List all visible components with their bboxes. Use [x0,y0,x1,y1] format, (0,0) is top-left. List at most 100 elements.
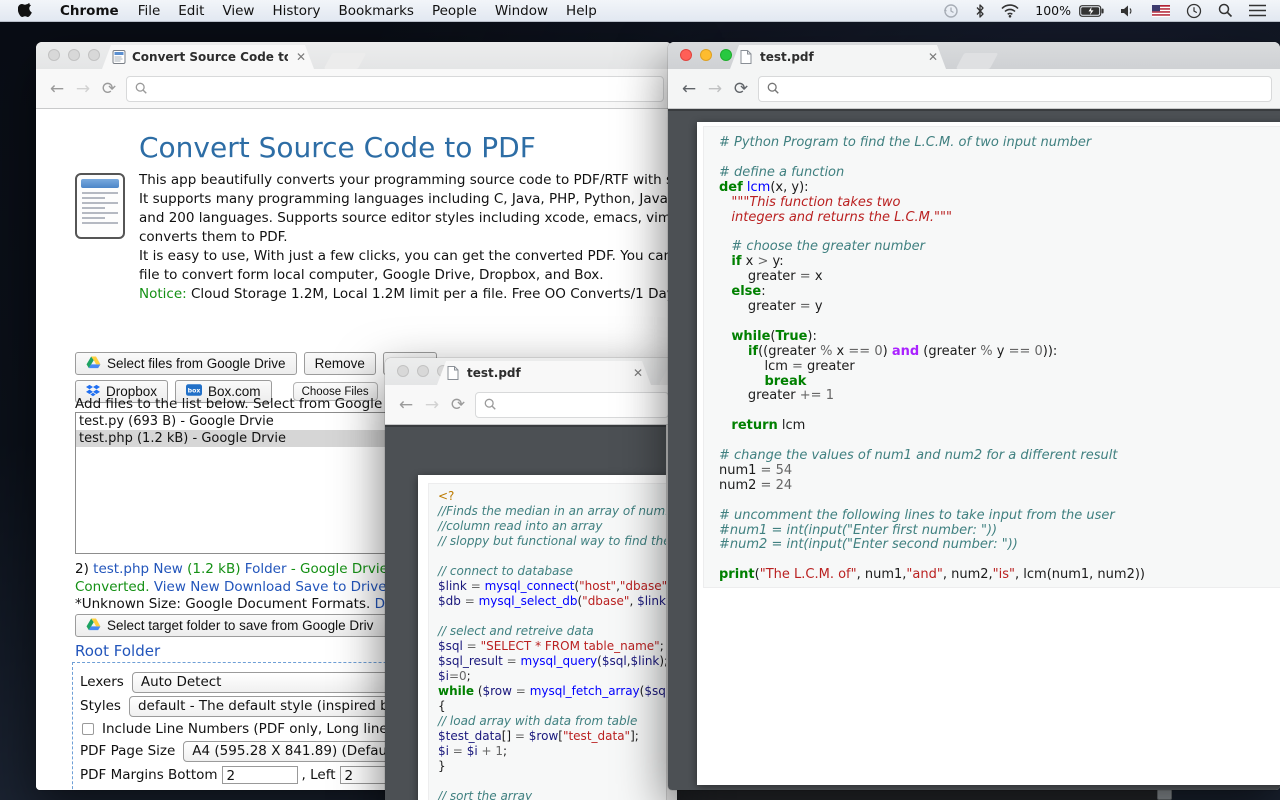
code-line: def lcm(x, y): [719,181,1280,196]
select-google-drive-label: Select files from Google Drive [107,356,286,371]
styles-value: default - The default style (inspired by [138,698,397,714]
window-test-pdf-back: test.pdf ✕ ← → ⟳ <?//Finds the median in… [385,358,677,800]
select-target-folder-button[interactable]: Select target folder to save from Google… [75,614,420,637]
zoom-button[interactable] [88,49,100,61]
volume-icon[interactable] [1120,4,1136,18]
code-line: num1 = 54 [719,464,1280,479]
clock-icon[interactable] [1186,3,1202,19]
code-line: # uncomment the following lines to take … [719,509,1280,524]
us-flag-icon[interactable] [1152,5,1170,17]
browser-toolbar: ← → ⟳ [385,385,677,425]
address-bar[interactable] [126,76,664,102]
back-button[interactable]: ← [393,395,419,415]
menu-view[interactable]: View [213,3,263,19]
code-line: lcm = greater [719,360,1280,375]
code-line: #num2 = int(input("Enter second number: … [719,538,1280,553]
code-line [719,151,1280,166]
address-bar[interactable] [758,76,1272,102]
lexers-label: Lexers [80,674,124,690]
google-drive-icon [86,356,101,372]
tab-close-icon[interactable]: ✕ [633,366,643,380]
pdf-viewer: # Python Program to find the L.C.M. of t… [668,109,1280,790]
status-bar: 100% [943,3,1280,19]
browser-toolbar: ← → ⟳ [668,69,1280,109]
code-line: } [438,759,677,774]
line-numbers-checkbox[interactable] [82,723,94,735]
code-line: while ($row = mysql_fetch_array($sql_res… [438,684,677,699]
svg-text:box: box [188,388,201,395]
menu-history[interactable]: History [263,3,329,19]
forward-button[interactable]: → [70,79,96,99]
menu-chrome[interactable]: Chrome [50,3,129,19]
menu-window[interactable]: Window [486,3,557,19]
search-icon[interactable] [1218,3,1233,18]
code-line: greater = y [719,300,1280,315]
target-folder-label: Select target folder to save from Google… [107,618,373,633]
reload-button[interactable]: ⟳ [96,79,122,99]
minimize-button[interactable] [68,49,80,61]
tab-close-icon[interactable]: ✕ [296,50,306,64]
select-google-drive-button[interactable]: Select files from Google Drive [75,352,297,375]
php-code-block: <?//Finds the median in an array of numb… [428,483,677,800]
code-line: print("The L.C.M. of", num1,"and", num2,… [719,568,1280,583]
app-document-icon [75,173,125,239]
reload-button[interactable]: ⟳ [728,79,754,99]
menu-bar: Chrome FileEditViewHistoryBookmarksPeopl… [0,0,1280,22]
code-line: //Finds the median in an array of number… [438,504,677,519]
window-controls [48,49,100,61]
styles-label: Styles [80,698,121,714]
code-line: while(True): [719,330,1280,345]
wifi-icon[interactable] [1001,4,1019,18]
page-size-value: A4 (595.28 X 841.89) (Default) [192,743,401,759]
address-bar[interactable] [475,392,669,418]
battery-charging-icon[interactable] [1079,5,1104,17]
code-line: // sort the array [438,789,677,800]
zoom-button[interactable] [720,49,732,61]
margin-bottom-input[interactable]: 2 [222,766,298,784]
code-line: greater = x [719,270,1280,285]
remove-button[interactable]: Remove [304,352,376,375]
close-button[interactable] [397,365,409,377]
code-line: # choose the greater number [719,240,1280,255]
description-line: It is easy to use, With just a few click… [139,247,672,266]
battery-percent-label: 100% [1035,3,1071,18]
google-drive-icon [86,618,101,634]
tab-test-pdf[interactable]: test.pdf ✕ [437,361,651,385]
bluetooth-icon[interactable] [975,3,985,19]
minimize-button[interactable] [417,365,429,377]
root-folder-link[interactable]: Root Folder [75,642,160,660]
code-line: if((greater % x == 0) and (greater % y =… [719,345,1280,360]
menu-file[interactable]: File [129,3,170,19]
menu-list-icon[interactable] [1249,4,1266,17]
forward-button[interactable]: → [419,395,445,415]
back-button[interactable]: ← [44,79,70,99]
code-line: //column read into an array [438,519,677,534]
lexers-value: Auto Detect [141,674,222,690]
styles-select[interactable]: default - The default style (inspired by [129,696,404,717]
tab-title: test.pdf [760,50,920,64]
lexers-select[interactable]: Auto Detect [132,672,414,693]
new-tab-button[interactable] [956,53,999,69]
menu-bookmarks[interactable]: Bookmarks [330,3,423,19]
tab-test-pdf[interactable]: test.pdf ✕ [730,45,946,69]
back-button[interactable]: ← [676,79,702,99]
minimize-button[interactable] [700,49,712,61]
description-line: It supports many programming languages i… [139,190,672,209]
menu-people[interactable]: People [423,3,486,19]
apple-menu-icon[interactable] [18,3,32,19]
menu-help[interactable]: Help [557,3,606,19]
time-machine-icon[interactable] [943,3,959,19]
tab-convert-source[interactable]: Convert Source Code to PDF ✕ [102,45,314,69]
reload-button[interactable]: ⟳ [445,395,471,415]
margins-label: PDF Margins Bottom [80,767,218,783]
code-line: $sql = "SELECT * FROM table_name"; [438,639,677,654]
close-button[interactable] [680,49,692,61]
code-line: // select and retreive data [438,624,677,639]
menu-edit[interactable]: Edit [169,3,213,19]
code-line: """This function takes two [719,196,1280,211]
forward-button[interactable]: → [702,79,728,99]
tab-title: test.pdf [467,366,625,380]
new-tab-button[interactable] [324,53,367,69]
tab-close-icon[interactable]: ✕ [928,50,938,64]
close-button[interactable] [48,49,60,61]
